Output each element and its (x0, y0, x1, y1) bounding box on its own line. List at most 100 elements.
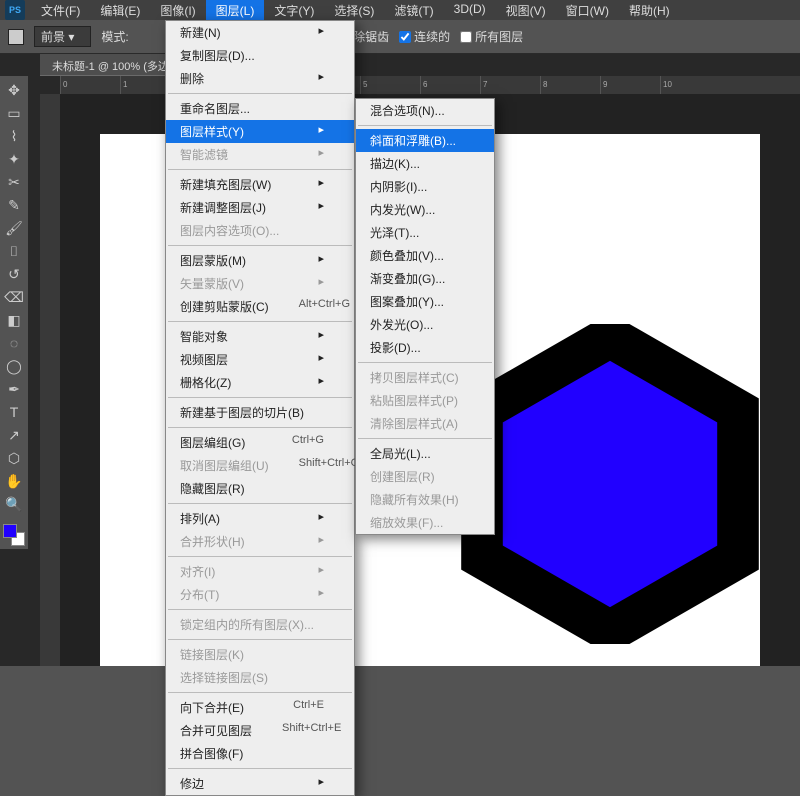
layer-menu-item-26[interactable]: 排列(A) (166, 507, 354, 530)
color-swatches[interactable] (3, 524, 25, 546)
layer-menu-item-37[interactable]: 向下合并(E)Ctrl+E (166, 696, 354, 719)
menu-9[interactable]: 窗口(W) (556, 0, 619, 21)
menu-3[interactable]: 图层(L) (206, 0, 265, 21)
foreground-swatch[interactable] (3, 524, 17, 538)
menu-item-label: 内发光(W)... (370, 201, 435, 218)
layer-menu-item-4[interactable]: 重命名图层... (166, 97, 354, 120)
all-layers-checkbox[interactable]: 所有图层 (460, 28, 523, 45)
eyedropper-tool-icon[interactable]: ✎ (2, 194, 26, 216)
menu-item-label: 拼合图像(F) (180, 745, 243, 762)
style-menu-item-0[interactable]: 混合选项(N)... (356, 99, 494, 122)
layer-menu-item-13: 矢量蒙版(V) (166, 272, 354, 295)
style-menu-item-4[interactable]: 内阴影(I)... (356, 175, 494, 198)
layer-menu-item-1[interactable]: 复制图层(D)... (166, 44, 354, 67)
menu-1[interactable]: 编辑(E) (90, 0, 150, 21)
menu-item-label: 合并形状(H) (180, 533, 245, 550)
marquee-tool-icon[interactable]: ▭ (2, 102, 26, 124)
layer-menu-item-2[interactable]: 删除 (166, 67, 354, 90)
tool-preset-icon[interactable] (8, 29, 24, 45)
style-menu-item-9[interactable]: 图案叠加(Y)... (356, 290, 494, 313)
eraser-tool-icon[interactable]: ⌫ (2, 286, 26, 308)
pen-tool-icon[interactable]: ✒ (2, 378, 26, 400)
layer-menu-sep-25 (168, 503, 352, 504)
hand-tool-icon[interactable]: ✋ (2, 470, 26, 492)
style-menu-item-3[interactable]: 描边(K)... (356, 152, 494, 175)
style-menu-item-15: 清除图层样式(A) (356, 412, 494, 435)
lasso-tool-icon[interactable]: ⌇ (2, 125, 26, 147)
gradient-tool-icon[interactable]: ◧ (2, 309, 26, 331)
menu-shortcut: Alt+Ctrl+G (299, 298, 350, 315)
layer-menu-sep-7 (168, 169, 352, 170)
type-tool-icon[interactable]: T (2, 401, 26, 423)
menu-7[interactable]: 3D(D) (444, 0, 496, 21)
layer-menu-item-16[interactable]: 智能对象 (166, 325, 354, 348)
menu-4[interactable]: 文字(Y) (264, 0, 324, 21)
style-menu-item-10[interactable]: 外发光(O)... (356, 313, 494, 336)
menu-item-label: 光泽(T)... (370, 224, 419, 241)
path-tool-icon[interactable]: ↗ (2, 424, 26, 446)
menu-item-label: 视频图层 (180, 351, 228, 368)
layer-menu-item-41[interactable]: 修边 (166, 772, 354, 795)
menu-item-label: 图层蒙版(M) (180, 252, 246, 269)
layer-menu-item-10: 图层内容选项(O)... (166, 219, 354, 242)
layer-menu-item-9[interactable]: 新建调整图层(J) (166, 196, 354, 219)
dodge-tool-icon[interactable]: ◯ (2, 355, 26, 377)
style-menu-item-5[interactable]: 内发光(W)... (356, 198, 494, 221)
shape-tool-icon[interactable]: ⬡ (2, 447, 26, 469)
style-menu-item-14: 粘贴图层样式(P) (356, 389, 494, 412)
layer-menu-item-17[interactable]: 视频图层 (166, 348, 354, 371)
stamp-tool-icon[interactable]: ⌷ (2, 240, 26, 262)
layer-menu-item-14[interactable]: 创建剪贴蒙版(C)Alt+Ctrl+G (166, 295, 354, 318)
paint-source-select[interactable]: 前景 ▾ (34, 26, 91, 47)
menu-shortcut: Ctrl+G (292, 434, 324, 451)
menu-item-label: 合并可见图层 (180, 722, 252, 739)
style-menu-item-17[interactable]: 全局光(L)... (356, 442, 494, 465)
main-menubar: PS 文件(F)编辑(E)图像(I)图层(L)文字(Y)选择(S)滤镜(T)3D… (0, 0, 800, 20)
menu-item-label: 创建图层(R) (370, 468, 435, 485)
zoom-tool-icon[interactable]: 🔍 (2, 493, 26, 515)
blur-tool-icon[interactable]: ◌ (2, 332, 26, 354)
wand-tool-icon[interactable]: ✦ (2, 148, 26, 170)
menu-0[interactable]: 文件(F) (31, 0, 90, 21)
style-menu-item-2[interactable]: 斜面和浮雕(B)... (356, 129, 494, 152)
crop-tool-icon[interactable]: ✂ (2, 171, 26, 193)
menu-item-label: 图案叠加(Y)... (370, 293, 444, 310)
menu-item-label: 分布(T) (180, 586, 219, 603)
menu-item-label: 外发光(O)... (370, 316, 433, 333)
menu-item-label: 全局光(L)... (370, 445, 431, 462)
menu-shortcut: Shift+Ctrl+E (282, 722, 341, 739)
style-menu-item-7[interactable]: 颜色叠加(V)... (356, 244, 494, 267)
style-menu-item-8[interactable]: 渐变叠加(G)... (356, 267, 494, 290)
layer-menu-item-22[interactable]: 图层编组(G)Ctrl+G (166, 431, 354, 454)
menu-8[interactable]: 视图(V) (496, 0, 556, 21)
menu-5[interactable]: 选择(S) (324, 0, 384, 21)
brush-tool-icon[interactable]: 🖌 (2, 217, 26, 239)
layer-menu-item-39[interactable]: 拼合图像(F) (166, 742, 354, 765)
style-menu-item-11[interactable]: 投影(D)... (356, 336, 494, 359)
menu-6[interactable]: 滤镜(T) (384, 0, 443, 21)
layer-menu-item-38[interactable]: 合并可见图层 Shift+Ctrl+E (166, 719, 354, 742)
layer-menu-item-29: 对齐(I) (166, 560, 354, 583)
style-menu-item-6[interactable]: 光泽(T)... (356, 221, 494, 244)
hexagon-shape[interactable] (450, 324, 770, 644)
layer-menu-item-0[interactable]: 新建(N) (166, 21, 354, 44)
menu-item-label: 排列(A) (180, 510, 220, 527)
layer-menu-item-5[interactable]: 图层样式(Y) (166, 120, 354, 143)
menu-item-label: 颜色叠加(V)... (370, 247, 444, 264)
menu-item-label: 重命名图层... (180, 100, 250, 117)
contiguous-checkbox[interactable]: 连续的 (399, 28, 450, 45)
layer-menu-item-8[interactable]: 新建填充图层(W) (166, 173, 354, 196)
menu-2[interactable]: 图像(I) (150, 0, 205, 21)
menu-10[interactable]: 帮助(H) (619, 0, 680, 21)
move-tool-icon[interactable]: ✥ (2, 79, 26, 101)
toolbox: ✥ ▭ ⌇ ✦ ✂ ✎ 🖌 ⌷ ↺ ⌫ ◧ ◌ ◯ ✒ T ↗ ⬡ ✋ 🔍 (0, 76, 28, 549)
menu-item-label: 选择链接图层(S) (180, 669, 268, 686)
history-brush-icon[interactable]: ↺ (2, 263, 26, 285)
layer-menu-item-18[interactable]: 栅格化(Z) (166, 371, 354, 394)
layer-menu-item-20[interactable]: 新建基于图层的切片(B) (166, 401, 354, 424)
layer-menu-item-24[interactable]: 隐藏图层(R) (166, 477, 354, 500)
layer-menu-sep-21 (168, 427, 352, 428)
layer-menu-item-12[interactable]: 图层蒙版(M) (166, 249, 354, 272)
layer-menu-sep-28 (168, 556, 352, 557)
menu-item-label: 粘贴图层样式(P) (370, 392, 458, 409)
